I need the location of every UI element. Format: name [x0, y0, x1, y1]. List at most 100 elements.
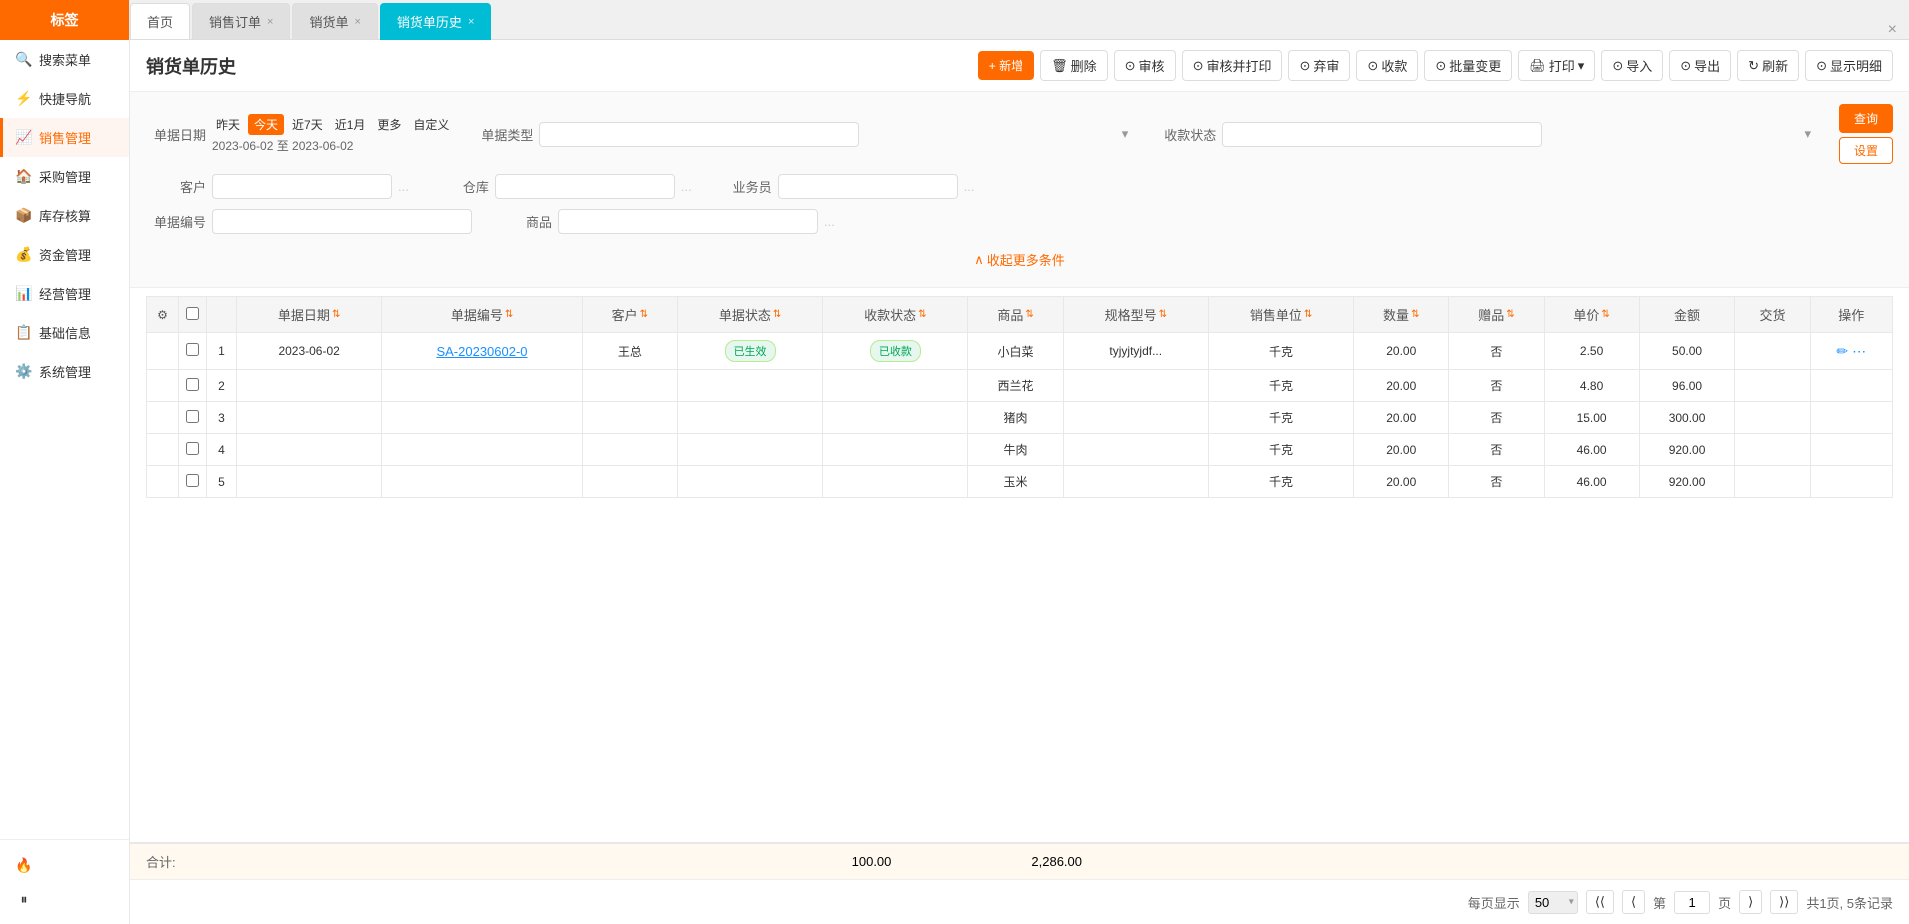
sidebar-bottom-fire[interactable]: 🔥	[0, 848, 129, 882]
salesperson-input[interactable]	[778, 174, 958, 199]
sidebar-item-system[interactable]: ⚙️ 系统管理	[0, 352, 129, 391]
th-checkbox[interactable]	[179, 297, 207, 333]
delete-button[interactable]: 🗑 删除	[1040, 50, 1108, 81]
print-icon: 🖨	[1529, 58, 1546, 74]
import-icon: ⊙	[1612, 58, 1623, 74]
collapse-button[interactable]: ∧ 收起更多条件	[974, 250, 1065, 269]
export-button[interactable]: ⊙ 导出	[1669, 50, 1731, 81]
shortcut-custom[interactable]: 自定义	[409, 114, 453, 135]
warehouse-input[interactable]	[495, 174, 675, 199]
abandon-button[interactable]: ⊙ 弃审	[1288, 50, 1350, 81]
tab-sales-goods-close[interactable]: ×	[354, 16, 360, 28]
sort-doc-no-icon: ⇅	[505, 309, 513, 320]
warehouse-label: 仓库	[429, 177, 489, 196]
filter-customer: 客户 ...	[146, 174, 409, 199]
th-sales-unit[interactable]: 销售单位⇅	[1208, 297, 1353, 333]
tab-sales-goods[interactable]: 销货单 ×	[292, 3, 377, 39]
table-footer: 合计: 100.00 2,286.00	[130, 842, 1909, 879]
window-close-button[interactable]: ×	[1884, 21, 1901, 39]
goods-input[interactable]	[558, 209, 818, 234]
data-table: ⚙ 单据日期⇅ 单据编号⇅ 客户⇅ 单据状态⇅ 收款状态⇅ 商品⇅ 规格型号⇅ …	[146, 296, 1893, 498]
th-spec[interactable]: 规格型号⇅	[1063, 297, 1208, 333]
salesperson-label: 业务员	[712, 177, 772, 196]
th-gift[interactable]: 赠品⇅	[1449, 297, 1544, 333]
sidebar-item-quicknav[interactable]: ⚡ 快捷导航	[0, 79, 129, 118]
pay-status-select[interactable]	[1222, 122, 1542, 147]
select-all-checkbox[interactable]	[186, 307, 199, 320]
th-operation: 操作	[1810, 297, 1892, 333]
sidebar-item-search[interactable]: 🔍 搜索菜单	[0, 40, 129, 79]
tab-sales-order-close[interactable]: ×	[267, 16, 273, 28]
refresh-button[interactable]: ↻ 刷新	[1737, 50, 1799, 81]
print-button[interactable]: 🖨 打印 ▾	[1518, 50, 1595, 81]
row-checkbox-0[interactable]	[186, 343, 199, 356]
row-checkbox-1[interactable]	[186, 378, 199, 391]
row-checkbox-4[interactable]	[186, 474, 199, 487]
shortcut-yesterday[interactable]: 昨天	[212, 114, 244, 135]
tab-home[interactable]: 首页	[130, 3, 190, 39]
prev-page-button[interactable]: ⟨	[1622, 890, 1645, 914]
shortcut-today[interactable]: 今天	[248, 114, 284, 135]
collect-button[interactable]: ⊙ 收款	[1356, 50, 1418, 81]
audit-print-button[interactable]: ⊙ 审核并打印	[1182, 50, 1283, 81]
customer-input[interactable]	[212, 174, 392, 199]
pagination-bar: 每页显示 50 100 200 ⟨⟨ ⟨ 第 页 ⟩ ⟩⟩ 共1页, 5条记录	[130, 879, 1909, 924]
tab-sales-history[interactable]: 销货单历史 ×	[380, 3, 491, 40]
audit-icon: ⊙	[1125, 58, 1136, 74]
row-checkbox-3[interactable]	[186, 442, 199, 455]
th-goods[interactable]: 商品⇅	[968, 297, 1063, 333]
settings-button[interactable]: 设置	[1839, 137, 1893, 164]
per-page-select[interactable]: 50 100 200	[1528, 891, 1578, 914]
th-unit-price[interactable]: 单价⇅	[1544, 297, 1639, 333]
th-customer[interactable]: 客户⇅	[582, 297, 677, 333]
more-icon-0[interactable]: ⋯	[1852, 343, 1866, 360]
shortcut-7days[interactable]: 近7天	[288, 114, 327, 135]
docno-input[interactable]	[212, 209, 472, 234]
th-doc-date[interactable]: 单据日期⇅	[237, 297, 382, 333]
tab-home-label: 首页	[147, 12, 173, 31]
sidebar-bottom-pause[interactable]: ⏸	[0, 882, 129, 916]
last-page-button[interactable]: ⟩⟩	[1770, 890, 1798, 914]
th-pay-status[interactable]: 收款状态⇅	[823, 297, 968, 333]
first-page-button[interactable]: ⟨⟨	[1586, 890, 1614, 914]
edit-icon-0[interactable]: ✏	[1836, 343, 1848, 360]
tabs-bar: 首页 销售订单 × 销货单 × 销货单历史 × ×	[130, 0, 1909, 40]
salesperson-dots[interactable]: ...	[964, 179, 975, 194]
th-quantity[interactable]: 数量⇅	[1354, 297, 1449, 333]
shortcut-more[interactable]: 更多	[373, 114, 405, 135]
search-icon: 🔍	[15, 51, 33, 69]
sidebar-item-finance[interactable]: 💰 资金管理	[0, 235, 129, 274]
next-page-button[interactable]: ⟩	[1739, 890, 1762, 914]
sort-doc-status-icon: ⇅	[773, 309, 781, 320]
query-button[interactable]: 查询	[1839, 104, 1893, 133]
th-gear[interactable]: ⚙	[147, 297, 179, 333]
sidebar-item-basic[interactable]: 📋 基础信息	[0, 313, 129, 352]
page-number-input[interactable]	[1674, 891, 1710, 914]
tab-sales-history-label: 销货单历史	[397, 12, 462, 31]
row-checkbox-2[interactable]	[186, 410, 199, 423]
sidebar-item-system-label: 系统管理	[39, 362, 91, 381]
tab-sales-order[interactable]: 销售订单 ×	[192, 3, 290, 39]
goods-dots[interactable]: ...	[824, 214, 835, 229]
tab-sales-order-label: 销售订单	[209, 12, 261, 31]
import-button[interactable]: ⊙ 导入	[1601, 50, 1663, 81]
sidebar-item-inventory[interactable]: 📦 库存核算	[0, 196, 129, 235]
pay-status-label: 收款状态	[1156, 125, 1216, 144]
new-button[interactable]: + 新增	[978, 51, 1034, 80]
shortcut-1month[interactable]: 近1月	[331, 114, 370, 135]
sidebar-item-purchase[interactable]: 🏠 采购管理	[0, 157, 129, 196]
show-detail-button[interactable]: ⊙ 显示明细	[1805, 50, 1893, 81]
doc-type-select[interactable]	[539, 122, 859, 147]
sidebar-item-sales[interactable]: 📈 销售管理	[0, 118, 129, 157]
warehouse-dots[interactable]: ...	[681, 179, 692, 194]
th-doc-no[interactable]: 单据编号⇅	[382, 297, 583, 333]
batch-change-button[interactable]: ⊙ 批量变更	[1424, 50, 1512, 81]
sidebar-item-ops[interactable]: 📊 经营管理	[0, 274, 129, 313]
th-doc-status[interactable]: 单据状态⇅	[677, 297, 822, 333]
page-label: 第	[1653, 893, 1666, 912]
customer-dots[interactable]: ...	[398, 179, 409, 194]
table-row: 12023-06-02SA-20230602-0王总已生效已收款小白菜tyjyj…	[147, 333, 1893, 370]
doc-no-link[interactable]: SA-20230602-0	[436, 344, 527, 359]
tab-sales-history-close[interactable]: ×	[468, 16, 474, 28]
audit-button[interactable]: ⊙ 审核	[1114, 50, 1176, 81]
